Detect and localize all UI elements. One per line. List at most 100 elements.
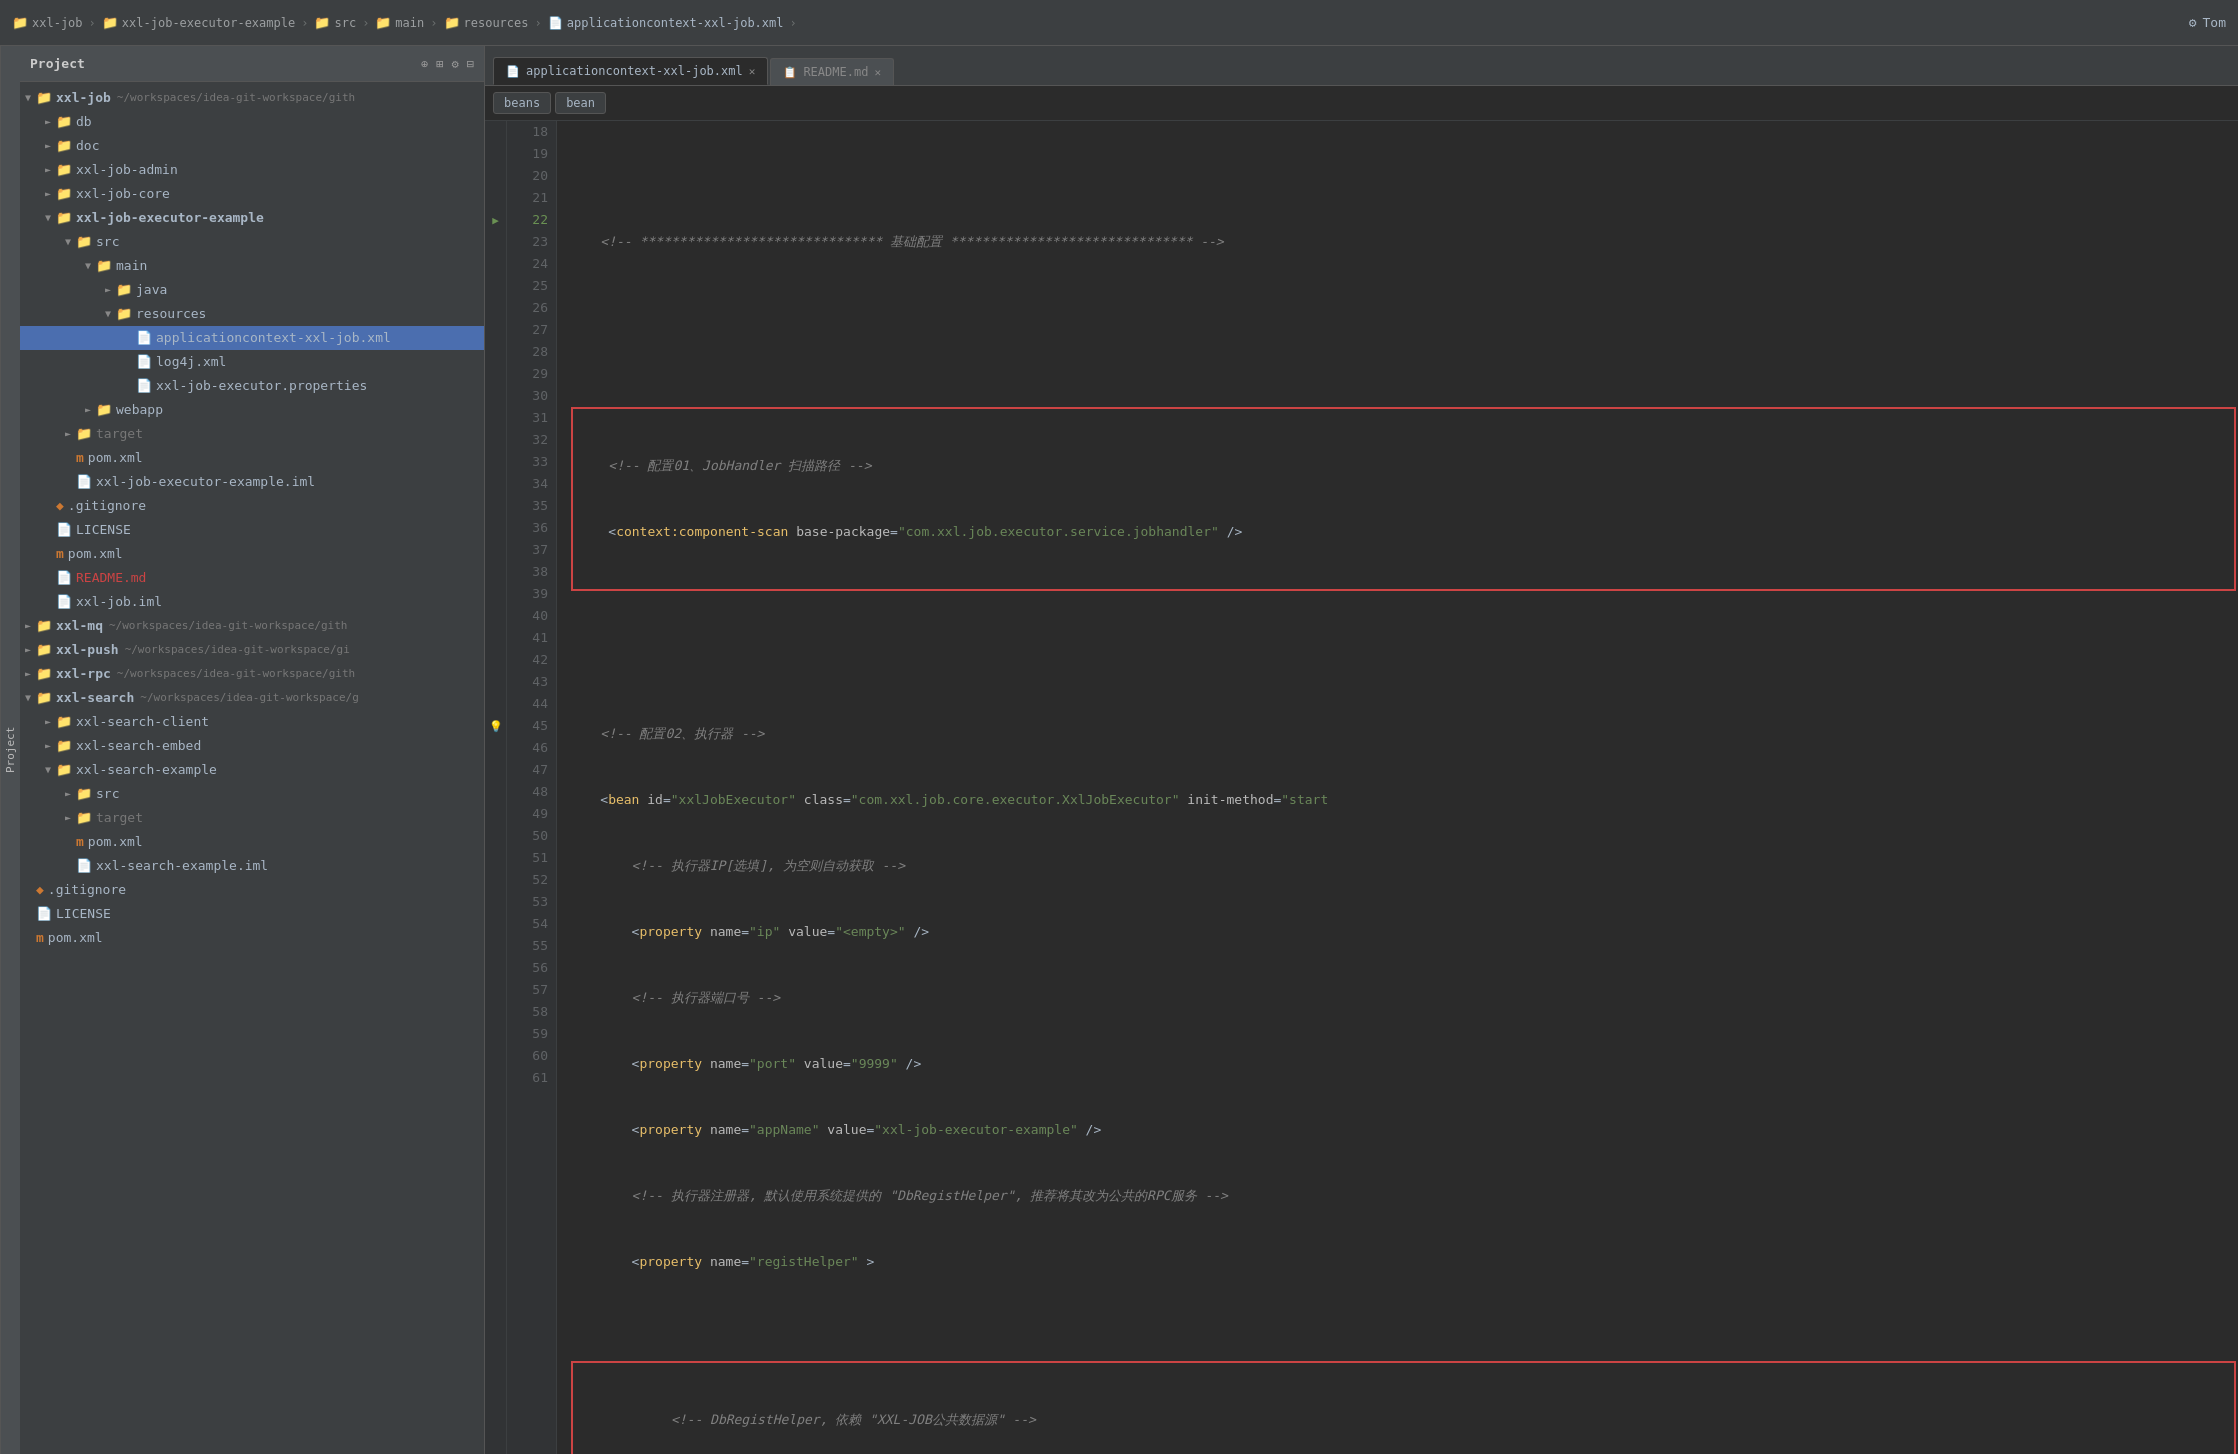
tree-item-search-iml[interactable]: 📄 xxl-search-example.iml	[20, 854, 484, 878]
sp-32	[702, 1251, 710, 1273]
tree-item-license-1[interactable]: 📄 LICENSE	[20, 518, 484, 542]
tab-readme-md[interactable]: 📋 README.md ✕	[770, 58, 894, 85]
breadcrumb-resources[interactable]: resources	[464, 16, 529, 30]
sp-30	[702, 1119, 710, 1141]
breadcrumb-main[interactable]: main	[395, 16, 424, 30]
tree-item-appcontext-xml[interactable]: 📄 applicationcontext-xxl-job.xml	[20, 326, 484, 350]
code-line-33: <!-- DbRegistHelper, 依赖 "XXL-JOB公共数据源" -…	[577, 1409, 2230, 1431]
tree-item-target[interactable]: ► 📁 target	[20, 422, 484, 446]
line-num-26: 26	[515, 297, 548, 319]
gutter-43	[485, 671, 506, 693]
nav-tab-bean[interactable]: bean	[555, 92, 606, 114]
tree-item-xxl-job-iml[interactable]: 📄 xxl-job.iml	[20, 590, 484, 614]
nav-tab-beans[interactable]: beans	[493, 92, 551, 114]
gutter-49	[485, 803, 506, 825]
tag-27: property	[639, 921, 702, 943]
attr-25c: init-method	[1187, 789, 1273, 811]
tree-item-main[interactable]: ▼ 📁 main	[20, 254, 484, 278]
tree-item-doc[interactable]: ► 📁 doc	[20, 134, 484, 158]
tree-item-xxl-search-client[interactable]: ► 📁 xxl-search-client	[20, 710, 484, 734]
gutter-19	[485, 143, 506, 165]
val-27b: "<empty>"	[835, 921, 905, 943]
tab-appcontext-close[interactable]: ✕	[749, 65, 756, 78]
code-line-28: <!-- 执行器端口号 -->	[569, 987, 2238, 1009]
line-num-49: 49	[515, 803, 548, 825]
tree-item-search-pom[interactable]: m pom.xml	[20, 830, 484, 854]
tree-item-xxl-job-executor[interactable]: ▼ 📁 xxl-job-executor-example	[20, 206, 484, 230]
tree-item-xxl-rpc[interactable]: ► 📁 xxl-rpc ~/workspaces/idea-git-worksp…	[20, 662, 484, 686]
tree-item-executor-props[interactable]: 📄 xxl-job-executor.properties	[20, 374, 484, 398]
tree-item-xxl-search[interactable]: ▼ 📁 xxl-search ~/workspaces/idea-git-wor…	[20, 686, 484, 710]
tab-readme-close[interactable]: ✕	[874, 66, 881, 79]
eq-30b: =	[866, 1119, 874, 1141]
tree-item-webapp[interactable]: ► 📁 webapp	[20, 398, 484, 422]
breadcrumb-filename[interactable]: applicationcontext-xxl-job.xml	[567, 16, 784, 30]
tree-item-gitignore-1[interactable]: ◆ .gitignore	[20, 494, 484, 518]
vertical-project-tab[interactable]: Project	[0, 46, 20, 1454]
gutter-57	[485, 979, 506, 1001]
gutter-50	[485, 825, 506, 847]
tree-item-pom-executor[interactable]: m pom.xml	[20, 446, 484, 470]
tree-item-readme[interactable]: 📄 README.md	[20, 566, 484, 590]
run-arrow-icon[interactable]: ▶	[492, 214, 499, 227]
tree-item-xxl-job-admin[interactable]: ► 📁 xxl-job-admin	[20, 158, 484, 182]
tree-item-pom-main[interactable]: m pom.xml	[20, 542, 484, 566]
gutter-53	[485, 891, 506, 913]
breadcrumb-src[interactable]: src	[334, 16, 356, 30]
tree-item-license-2[interactable]: 📄 LICENSE	[20, 902, 484, 926]
tree-item-search-src[interactable]: ► 📁 src	[20, 782, 484, 806]
line-num-46: 46	[515, 737, 548, 759]
gutter-46	[485, 737, 506, 759]
tree-item-src[interactable]: ▼ 📁 src	[20, 230, 484, 254]
sp2-27	[780, 921, 788, 943]
sidebar-gear-icon[interactable]: ⚙	[452, 57, 459, 71]
sidebar: Project ⊕ ⊞ ⚙ ⊟ ▼ 📁 xxl-job ~/workspaces…	[20, 46, 485, 1454]
sidebar-expand-icon[interactable]: ⊟	[467, 57, 474, 71]
code-editor[interactable]: ▶	[485, 121, 2238, 1454]
tree-item-log4j[interactable]: 📄 log4j.xml	[20, 350, 484, 374]
line-num-54: 54	[515, 913, 548, 935]
tree-item-java[interactable]: ► 📁 java	[20, 278, 484, 302]
lightbulb-icon[interactable]: 💡	[489, 720, 503, 733]
code-line-22: <context:component-scan base-package="co…	[577, 521, 2230, 543]
attr-27b: value	[788, 921, 827, 943]
line-num-21: 21	[515, 187, 548, 209]
breadcrumb-folder-icon: 📁	[12, 15, 28, 30]
line-num-45: 45	[515, 715, 548, 737]
line-num-20: 20	[515, 165, 548, 187]
breadcrumb-xxl-job[interactable]: xxl-job	[32, 16, 83, 30]
line-numbers: 18 19 20 21 22 23 24 25 26 27 28 29 30 3…	[507, 121, 557, 1454]
tree-item-xxl-job[interactable]: ▼ 📁 xxl-job ~/workspaces/idea-git-worksp…	[20, 86, 484, 110]
tree-item-xxl-job-core[interactable]: ► 📁 xxl-job-core	[20, 182, 484, 206]
gutter-37	[485, 539, 506, 561]
tree-item-pom-search[interactable]: m pom.xml	[20, 926, 484, 950]
comment-33: <!-- DbRegistHelper, 依赖 "XXL-JOB公共数据源" -…	[577, 1409, 1036, 1431]
tree-item-search-target[interactable]: ► 📁 target	[20, 806, 484, 830]
val-25c: "start	[1281, 789, 1328, 811]
tree-item-xxl-mq[interactable]: ► 📁 xxl-mq ~/workspaces/idea-git-workspa…	[20, 614, 484, 638]
tab-appcontext-xml[interactable]: 📄 applicationcontext-xxl-job.xml ✕	[493, 57, 768, 85]
val-25b: "com.xxl.job.core.executor.XxlJobExecuto…	[851, 789, 1180, 811]
tree-item-xxl-search-example[interactable]: ▼ 📁 xxl-search-example	[20, 758, 484, 782]
line-num-59: 59	[515, 1023, 548, 1045]
breadcrumb-executor[interactable]: xxl-job-executor-example	[122, 16, 295, 30]
highlight-box-inner1: <!-- DbRegistHelper, 依赖 "XXL-JOB公共数据源" -…	[571, 1361, 2236, 1454]
code-content[interactable]: <!-- ******************************* 基础配…	[557, 121, 2238, 1454]
tree-item-gitignore-2[interactable]: ◆ .gitignore	[20, 878, 484, 902]
tree-item-db[interactable]: ► 📁 db	[20, 110, 484, 134]
gutter-18	[485, 121, 506, 143]
main-layout: Project Project ⊕ ⊞ ⚙ ⊟ ▼ 📁 xxl-job ~/wo…	[0, 46, 2238, 1454]
gutter-45: 💡	[485, 715, 506, 737]
sidebar-sync-icon[interactable]: ⊕	[421, 57, 428, 71]
tree-item-resources[interactable]: ▼ 📁 resources	[20, 302, 484, 326]
sidebar-settings-icon[interactable]: ⊞	[436, 57, 443, 71]
tree-item-xxl-push[interactable]: ► 📁 xxl-push ~/workspaces/idea-git-works…	[20, 638, 484, 662]
tree-item-xxl-search-embed[interactable]: ► 📁 xxl-search-embed	[20, 734, 484, 758]
gutter-48	[485, 781, 506, 803]
line-num-30: 30	[515, 385, 548, 407]
tree-item-iml-executor[interactable]: 📄 xxl-job-executor-example.iml	[20, 470, 484, 494]
eq-25a: =	[663, 789, 671, 811]
line-num-31: 31	[515, 407, 548, 429]
attr-27a: name	[710, 921, 741, 943]
breadcrumb-sep-3: ›	[362, 16, 369, 30]
